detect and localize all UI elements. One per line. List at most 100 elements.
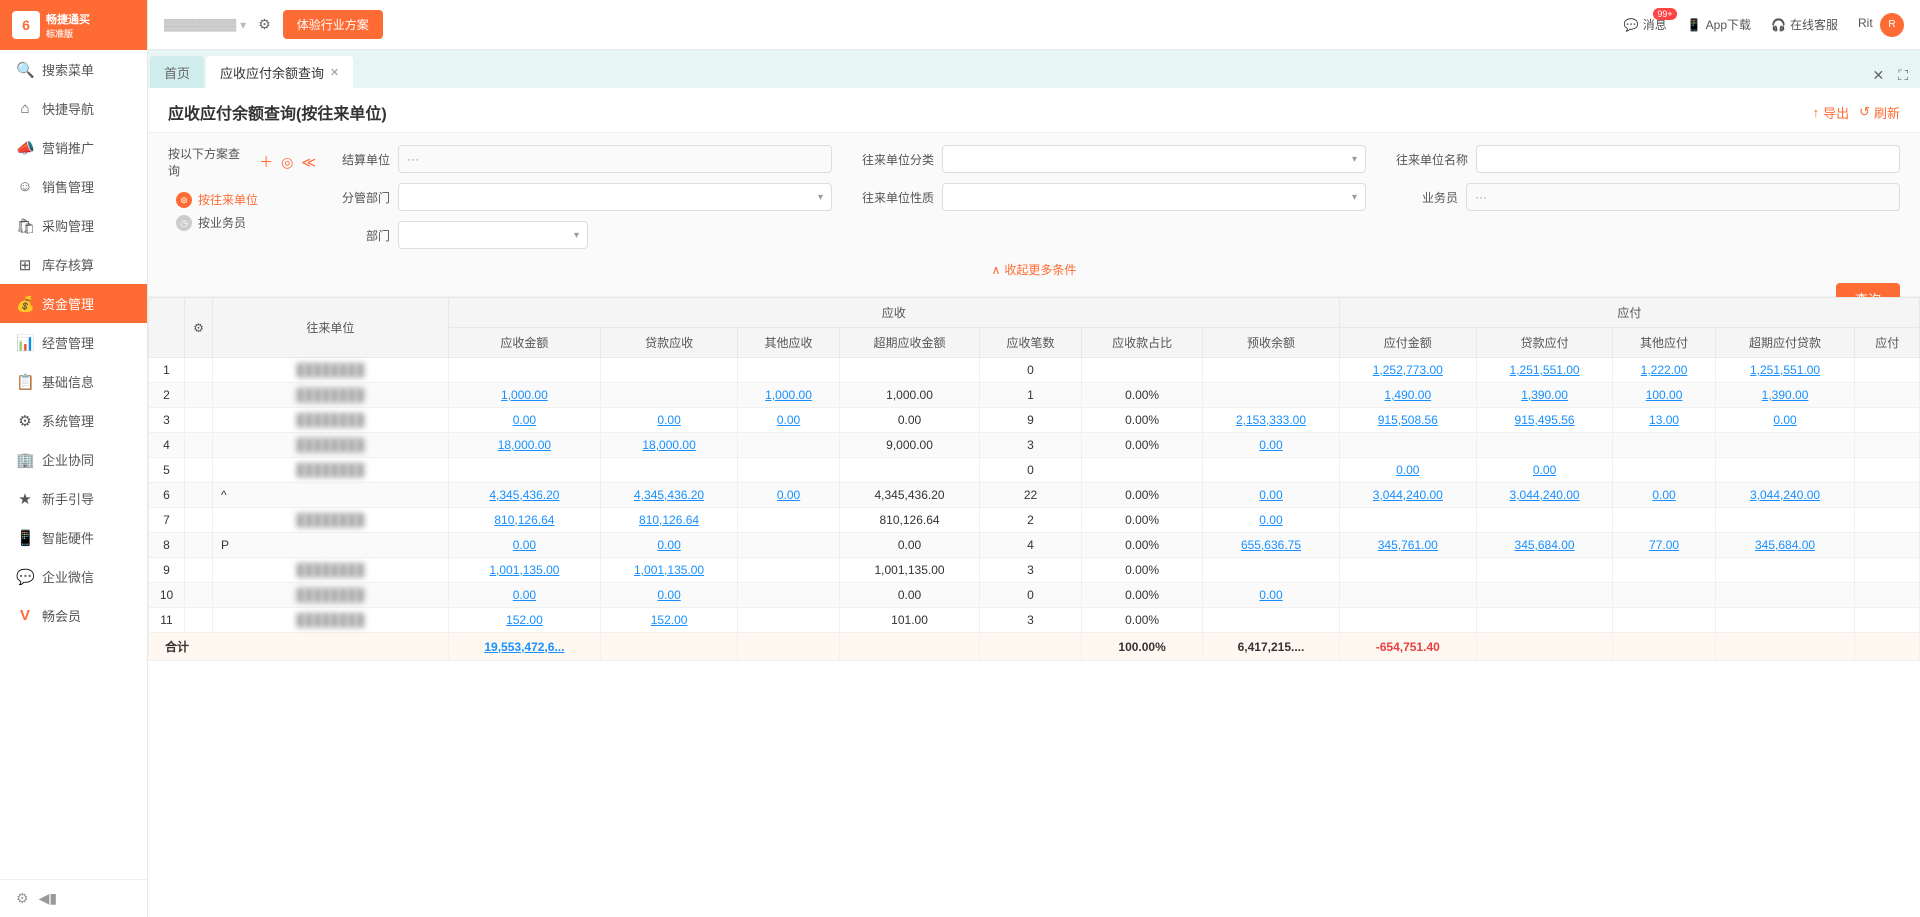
gear-icon[interactable]: ⚙	[258, 16, 271, 33]
row-ar-loan[interactable]: 1,001,135.00	[601, 558, 738, 583]
row-ap-overdue[interactable]: 1,390.00	[1715, 383, 1855, 408]
sidebar-item-system[interactable]: ⚙ 系统管理	[0, 401, 147, 440]
tab-ar-ap[interactable]: 应收应付余额查询 ✕	[206, 56, 353, 88]
partner-nature-select[interactable]: ▾	[942, 183, 1366, 211]
row-partner: ████████	[213, 608, 449, 633]
row-ar-ratio: 0.00%	[1082, 383, 1203, 408]
row-ar-other[interactable]: 0.00	[737, 483, 839, 508]
salesman-input[interactable]: ···	[1466, 183, 1900, 211]
row-ap-loan[interactable]: 345,684.00	[1476, 533, 1613, 558]
row-ap-loan[interactable]: 915,495.56	[1476, 408, 1613, 433]
bumen-select[interactable]: ▾	[398, 221, 588, 249]
partner-name-input[interactable]	[1476, 145, 1900, 173]
tab-close-icon[interactable]: ✕	[330, 66, 339, 79]
filter-collapse-button[interactable]: ∧ 收起更多条件	[168, 255, 1900, 284]
sidebar-item-member[interactable]: V 畅会员	[0, 596, 147, 635]
row-ar-prepay[interactable]: 655,636.75	[1203, 533, 1340, 558]
row-ap-amount[interactable]: 915,508.56	[1339, 408, 1476, 433]
row-ap-overdue[interactable]: 345,684.00	[1715, 533, 1855, 558]
row-ap-amount[interactable]: 1,490.00	[1339, 383, 1476, 408]
data-table: ⚙ 往来单位 应收 应付 应收金额 贷款应收 其他应收 超期应收金额 应收笔数 …	[148, 297, 1920, 661]
settlement-unit-input[interactable]: ···	[398, 145, 832, 173]
col-settings[interactable]: ⚙	[185, 298, 213, 358]
row-ap-amount[interactable]: 1,252,773.00	[1339, 358, 1476, 383]
row-ap-other[interactable]: 100.00	[1613, 383, 1715, 408]
sidebar-item-finance[interactable]: 💰 资金管理	[0, 284, 147, 323]
row-ar-other[interactable]: 1,000.00	[737, 383, 839, 408]
sidebar-item-guide[interactable]: ★ 新手引导	[0, 479, 147, 518]
sidebar-item-purchase[interactable]: 🛍 采购管理	[0, 206, 147, 245]
tab-maximize-icon[interactable]: ⛶	[1894, 63, 1912, 88]
promo-button[interactable]: 体验行业方案	[283, 10, 383, 39]
row-ar-loan[interactable]: 0.00	[601, 583, 738, 608]
row-ap-loan[interactable]: 1,390.00	[1476, 383, 1613, 408]
row-ap-loan[interactable]: 3,044,240.00	[1476, 483, 1613, 508]
row-ar-amount[interactable]: 152.00	[448, 608, 601, 633]
sidebar-settings-icon[interactable]: ⚙	[16, 890, 29, 907]
sidebar-item-base[interactable]: 📋 基础信息	[0, 362, 147, 401]
row-ap-amount[interactable]: 3,044,240.00	[1339, 483, 1476, 508]
row-check	[185, 533, 213, 558]
row-ar-prepay[interactable]: 0.00	[1203, 433, 1340, 458]
row-ap-other[interactable]: 0.00	[1613, 483, 1715, 508]
sidebar-item-quick-nav[interactable]: ⌂ 快捷导航	[0, 89, 147, 128]
row-ar-loan[interactable]: 152.00	[601, 608, 738, 633]
row-ar-loan[interactable]: 18,000.00	[601, 433, 738, 458]
row-ap-overdue[interactable]: 0.00	[1715, 408, 1855, 433]
sidebar-item-ops[interactable]: 📊 经营管理	[0, 323, 147, 362]
export-button[interactable]: ↑ 导出	[1813, 103, 1850, 122]
row-ap-amount[interactable]: 0.00	[1339, 458, 1476, 483]
filter-option-by-salesman[interactable]: ◷ 按业务员	[176, 214, 316, 231]
row-ar-amount[interactable]: 810,126.64	[448, 508, 601, 533]
partner-category-select[interactable]: ▾	[942, 145, 1366, 173]
row-ap-loan[interactable]: 0.00	[1476, 458, 1613, 483]
add-scheme-icon[interactable]: ＋	[259, 152, 273, 172]
user-menu[interactable]: Rit R	[1858, 13, 1904, 37]
filter-option-by-partner[interactable]: ⊛ 按往来单位	[176, 191, 316, 208]
sidebar-item-wechat[interactable]: 💬 企业微信	[0, 557, 147, 596]
tab-bar: 首页 应收应付余额查询 ✕ ✕ ⛶	[148, 50, 1920, 88]
row-ap-overdue[interactable]: 3,044,240.00	[1715, 483, 1855, 508]
table-area[interactable]: ⚙ 往来单位 应收 应付 应收金额 贷款应收 其他应收 超期应收金额 应收笔数 …	[148, 297, 1920, 917]
row-ap-other[interactable]: 1,222.00	[1613, 358, 1715, 383]
sidebar-item-hardware[interactable]: 📱 智能硬件	[0, 518, 147, 557]
row-ar-amount[interactable]: 18,000.00	[448, 433, 601, 458]
row-ar-prepay[interactable]: 0.00	[1203, 508, 1340, 533]
dept-select[interactable]: ▾	[398, 183, 832, 211]
online-service-button[interactable]: 🎧 在线客服	[1771, 16, 1838, 33]
row-ar-prepay[interactable]: 0.00	[1203, 583, 1340, 608]
tab-close-window-icon[interactable]: ✕	[1868, 63, 1888, 88]
row-ar-loan[interactable]: 810,126.64	[601, 508, 738, 533]
row-ar-loan[interactable]: 0.00	[601, 408, 738, 433]
sidebar-item-warehouse[interactable]: ⊞ 库存核算	[0, 245, 147, 284]
message-button[interactable]: 💬 消息 99+	[1624, 16, 1667, 33]
summary-ar-amount[interactable]: 19,553,472,6...	[448, 633, 601, 661]
row-ap-other[interactable]: 77.00	[1613, 533, 1715, 558]
row-ar-prepay[interactable]: 0.00	[1203, 483, 1340, 508]
sidebar-item-search-menu[interactable]: 🔍 搜索菜单	[0, 50, 147, 89]
refresh-button[interactable]: ↺ 刷新	[1859, 103, 1900, 122]
row-ar-amount[interactable]: 1,000.00	[448, 383, 601, 408]
delete-scheme-icon[interactable]: ≪	[301, 154, 316, 171]
row-ar-loan[interactable]: 4,345,436.20	[601, 483, 738, 508]
row-ap-amount[interactable]: 345,761.00	[1339, 533, 1476, 558]
edit-scheme-icon[interactable]: ◎	[281, 154, 293, 171]
row-ap-other[interactable]: 13.00	[1613, 408, 1715, 433]
row-ar-amount[interactable]: 0.00	[448, 533, 601, 558]
row-ar-overdue	[840, 358, 980, 383]
sidebar-item-sales[interactable]: ☺ 销售管理	[0, 167, 147, 206]
row-ar-amount[interactable]: 1,001,135.00	[448, 558, 601, 583]
row-ap-loan[interactable]: 1,251,551.00	[1476, 358, 1613, 383]
sidebar-collapse-icon[interactable]: ◀▮	[39, 890, 57, 907]
row-ar-loan[interactable]: 0.00	[601, 533, 738, 558]
row-ar-amount[interactable]: 0.00	[448, 583, 601, 608]
row-ap-overdue[interactable]: 1,251,551.00	[1715, 358, 1855, 383]
tab-home[interactable]: 首页	[150, 56, 204, 88]
row-ar-amount[interactable]: 0.00	[448, 408, 601, 433]
sidebar-item-marketing[interactable]: 📣 营销推广	[0, 128, 147, 167]
row-ar-prepay[interactable]: 2,153,333.00	[1203, 408, 1340, 433]
row-ar-amount[interactable]: 4,345,436.20	[448, 483, 601, 508]
sidebar-item-corp[interactable]: 🏢 企业协同	[0, 440, 147, 479]
app-download-button[interactable]: 📱 App下载	[1687, 16, 1751, 33]
row-ar-other[interactable]: 0.00	[737, 408, 839, 433]
